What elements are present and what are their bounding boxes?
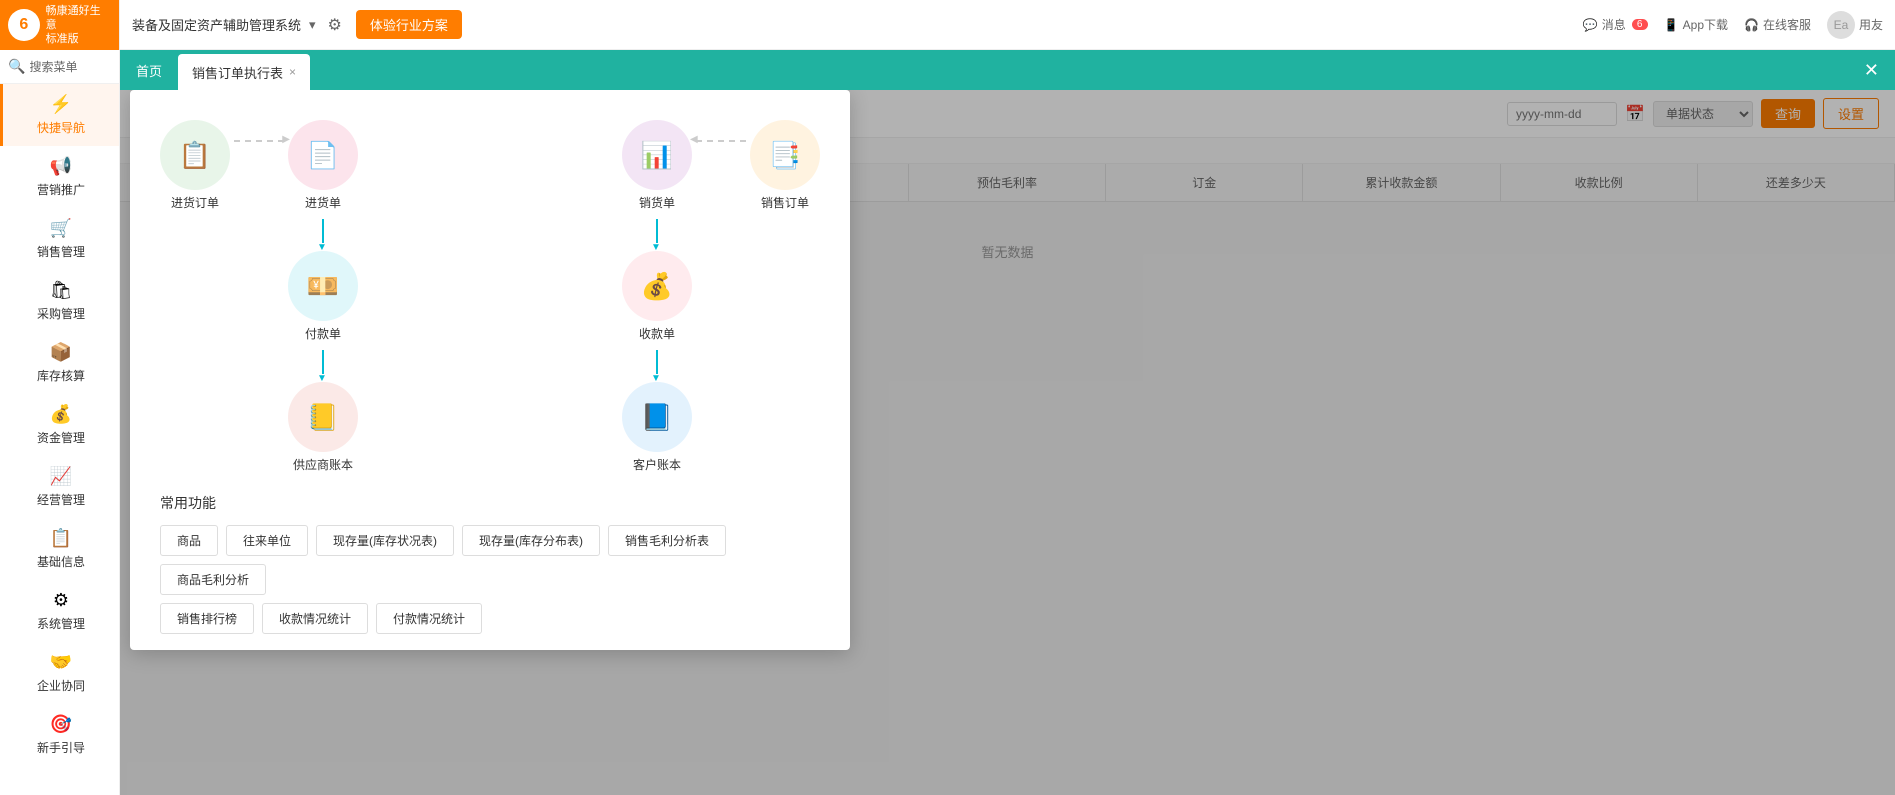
common-btn-payment-stats[interactable]: 付款情况统计 — [376, 603, 482, 634]
sidebar-item-collab[interactable]: 🤝 企业协同 — [0, 642, 119, 704]
purchase-receipt-icon: 📄 — [307, 140, 339, 171]
common-btn-partner[interactable]: 往来单位 — [226, 525, 308, 556]
topbar: 装备及固定资产辅助管理系统 ▾ ⚙ 体验行业方案 💬 消息 6 📱 App下载 … — [120, 0, 1895, 50]
customer-ledger-icon: 📘 — [641, 402, 673, 433]
receipt-icon: 💰 — [641, 271, 673, 302]
message-icon: 💬 — [1583, 18, 1598, 32]
flow-sales-order-circle[interactable]: 📑 — [750, 120, 820, 190]
flow-modal: 📋 进货订单 ▶ 📄 进货 — [130, 90, 850, 650]
common-btn-stock-dist[interactable]: 现存量(库存分布表) — [462, 525, 600, 556]
supplier-ledger-icon: 📒 — [307, 402, 339, 433]
sales-order-icon: 📑 — [769, 140, 801, 171]
purchase-order-label: 进货订单 — [171, 194, 219, 211]
search-menu[interactable]: 🔍 搜索菜单 — [0, 50, 119, 84]
supplier-ledger-label: 供应商账本 — [293, 456, 353, 473]
flow-payment-circle[interactable]: 💴 — [288, 251, 358, 321]
sidebar-item-guide[interactable]: 🎯 新手引导 — [0, 704, 119, 766]
online-service-label: 在线客服 — [1763, 16, 1811, 33]
sales-icon: 🛒 — [50, 218, 72, 239]
app-download-btn[interactable]: 📱 App下载 — [1664, 16, 1728, 33]
modal-scrollbar: ◀ ▶ — [160, 642, 820, 650]
common-functions-section: 常用功能 商品 往来单位 现存量(库存状况表) 现存量(库存分布表) 销售毛利分… — [160, 493, 820, 634]
common-btn-product-margin[interactable]: 商品毛利分析 — [160, 564, 266, 595]
app-download-label: App下载 — [1683, 16, 1728, 33]
tab-sales-order[interactable]: 销售订单执行表 × — [178, 54, 310, 90]
sales-receipt-icon: 📊 — [641, 140, 673, 171]
tab-home-label: 首页 — [136, 61, 162, 80]
online-service-icon: 🎧 — [1744, 18, 1759, 32]
payment-label: 付款单 — [305, 325, 341, 342]
tab-home[interactable]: 首页 — [120, 50, 178, 90]
settings-icon[interactable]: ⚙ — [328, 15, 342, 35]
tabbar: 首页 销售订单执行表 × ✕ — [120, 50, 1895, 90]
common-functions-title: 常用功能 — [160, 493, 820, 513]
tab-close-icon[interactable]: × — [289, 65, 296, 79]
sidebar-item-sales[interactable]: 🛒 销售管理 — [0, 208, 119, 270]
system-dropdown-icon[interactable]: ▾ — [309, 17, 316, 33]
basic-info-icon: 📋 — [50, 528, 72, 549]
flow-purchase-receipt-circle[interactable]: 📄 — [288, 120, 358, 190]
flow-supplier-ledger-circle[interactable]: 📒 — [288, 382, 358, 452]
flow-customer-ledger-circle[interactable]: 📘 — [622, 382, 692, 452]
app-download-icon: 📱 — [1664, 18, 1679, 32]
quick-nav-icon: ⚡ — [50, 94, 72, 115]
message-badge: 6 — [1632, 19, 1648, 30]
main-area: 装备及固定资产辅助管理系统 ▾ ⚙ 体验行业方案 💬 消息 6 📱 App下载 … — [120, 0, 1895, 795]
tab-sales-order-label: 销售订单执行表 — [192, 63, 283, 82]
content-area: ❓ 帮助 🖨 按模板打印 ▾ 📤 导出 ▾ 🔄 刷新 📅 — [120, 90, 1895, 795]
common-btns-row2: 销售排行榜 收款情况统计 付款情况统计 — [160, 603, 820, 634]
sidebar-item-finance[interactable]: 💰 资金管理 — [0, 394, 119, 456]
trial-btn[interactable]: 体验行业方案 — [356, 10, 462, 39]
logo-text: 畅康通好生意 标准版 — [46, 4, 111, 47]
purchase-receipt-label: 进货单 — [305, 194, 341, 211]
online-service-btn[interactable]: 🎧 在线客服 — [1744, 16, 1811, 33]
sales-receipt-label: 销货单 — [639, 194, 675, 211]
sidebar-item-basic-info[interactable]: 📋 基础信息 — [0, 518, 119, 580]
receipt-label: 收款单 — [639, 325, 675, 342]
sidebar-item-operations[interactable]: 📈 经营管理 — [0, 456, 119, 518]
flow-sales-receipt-circle[interactable]: 📊 — [622, 120, 692, 190]
operations-icon: 📈 — [50, 466, 72, 487]
common-btn-stock-status[interactable]: 现存量(库存状况表) — [316, 525, 454, 556]
guide-icon: 🎯 — [50, 714, 72, 735]
sidebar-item-system[interactable]: ⚙ 系统管理 — [0, 580, 119, 642]
common-btn-product[interactable]: 商品 — [160, 525, 218, 556]
topbar-right: 💬 消息 6 📱 App下载 🎧 在线客服 Ea 用友 — [1583, 11, 1883, 39]
common-btn-sales-margin[interactable]: 销售毛利分析表 — [608, 525, 726, 556]
system-icon: ⚙ — [53, 590, 69, 611]
flow-purchase-order-circle[interactable]: 📋 — [160, 120, 230, 190]
common-btns-row1: 商品 往来单位 现存量(库存状况表) 现存量(库存分布表) 销售毛利分析表 商品… — [160, 525, 820, 595]
system-title: 装备及固定资产辅助管理系统 — [132, 15, 301, 34]
message-label: 消息 — [1602, 16, 1626, 33]
purchase-icon: 🛍 — [50, 280, 73, 301]
user-menu[interactable]: Ea 用友 — [1827, 11, 1883, 39]
collab-icon: 🤝 — [50, 652, 72, 673]
search-menu-label: 搜索菜单 — [29, 58, 77, 75]
sales-order-label: 销售订单 — [761, 194, 809, 211]
user-label: 用友 — [1859, 16, 1883, 33]
payment-icon: 💴 — [307, 271, 339, 302]
inventory-icon: 📦 — [50, 342, 72, 363]
message-btn[interactable]: 💬 消息 6 — [1583, 16, 1648, 33]
finance-icon: 💰 — [50, 404, 72, 425]
sidebar-nav: ⚡ 快捷导航 📢 营销推广 🛒 销售管理 🛍 采购管理 📦 库存核算 💰 资金管… — [0, 84, 119, 795]
common-btn-collection-stats[interactable]: 收款情况统计 — [262, 603, 368, 634]
sidebar-item-quick-nav[interactable]: ⚡ 快捷导航 — [0, 84, 119, 146]
customer-ledger-label: 客户账本 — [633, 456, 681, 473]
sidebar-item-inventory[interactable]: 📦 库存核算 — [0, 332, 119, 394]
common-btn-sales-rank[interactable]: 销售排行榜 — [160, 603, 254, 634]
modal-overlay[interactable]: 📋 进货订单 ▶ 📄 进货 — [120, 90, 1895, 795]
user-avatar: Ea — [1827, 11, 1855, 39]
sidebar: 6 畅康通好生意 标准版 🔍 搜索菜单 ⚡ 快捷导航 📢 营销推广 🛒 销售管理… — [0, 0, 120, 795]
flow-receipt-circle[interactable]: 💰 — [622, 251, 692, 321]
tab-bar-close[interactable]: ✕ — [1856, 50, 1887, 90]
marketing-icon: 📢 — [50, 156, 72, 177]
sidebar-item-purchase[interactable]: 🛍 采购管理 — [0, 270, 119, 332]
purchase-order-icon: 📋 — [179, 140, 211, 171]
sidebar-item-marketing[interactable]: 📢 营销推广 — [0, 146, 119, 208]
sidebar-item-label: 快捷导航 — [37, 119, 85, 136]
sidebar-logo: 6 畅康通好生意 标准版 — [0, 0, 119, 50]
logo-icon: 6 — [8, 9, 40, 41]
